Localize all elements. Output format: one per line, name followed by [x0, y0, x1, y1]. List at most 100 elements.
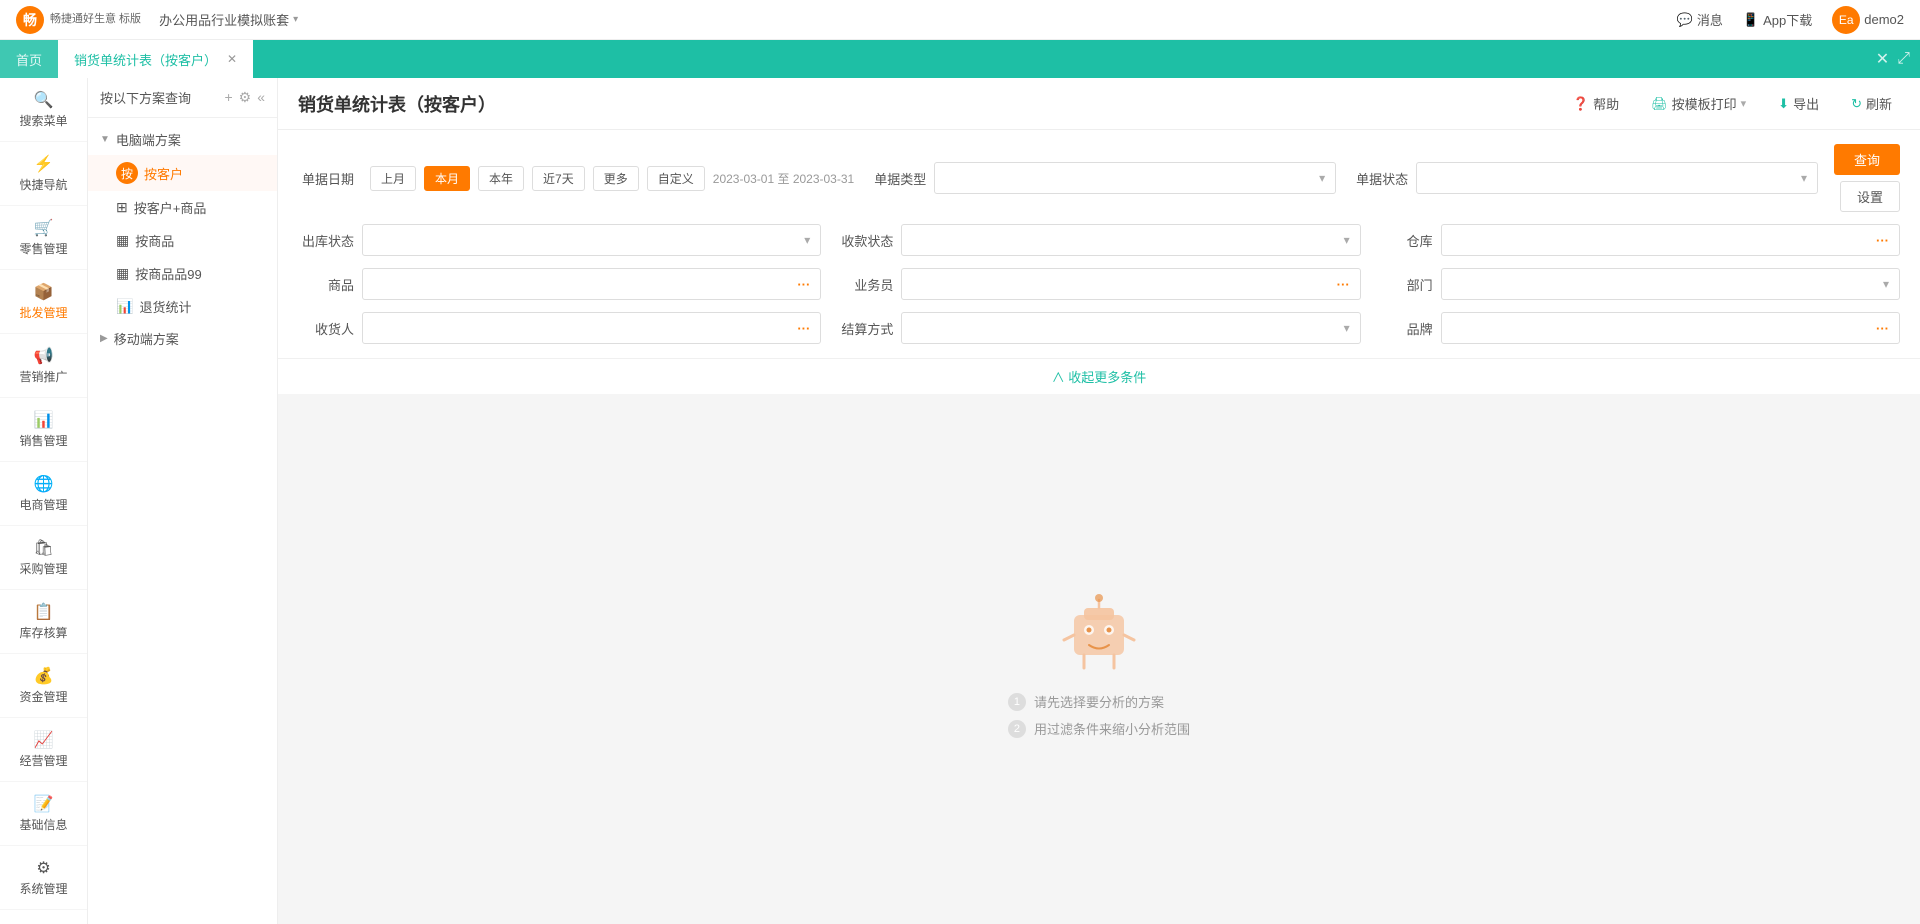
tab-sales-stat-label: 销货单统计表（按客户）	[74, 50, 217, 69]
warehouse-col: 仓库 ···	[1377, 224, 1900, 256]
tree-child-return-stat[interactable]: 📊 退货统计	[88, 290, 277, 323]
doc-status-select[interactable]: ▾	[1416, 162, 1818, 194]
brand-label: 品牌	[1377, 319, 1433, 338]
sidebar-item-search-menu[interactable]: 🔍 搜索菜单	[0, 78, 87, 142]
salesperson-select[interactable]: ···	[901, 268, 1360, 300]
tree-child-label-by-goods-99: 按商品品99	[135, 264, 201, 283]
filter-row-1: 单据日期 上月 本月 本年 近7天 更多 自定义 2023-03-01 至 20…	[298, 144, 1900, 212]
sidebar-item-purchase[interactable]: 🛍 采购管理	[0, 526, 87, 590]
sidebar-item-ecommerce[interactable]: 🌐 电商管理	[0, 462, 87, 526]
search-icon: 🔍	[4, 90, 83, 110]
user-profile[interactable]: Ea demo2	[1832, 6, 1904, 34]
panel-header: 按以下方案查询 + ⚙ «	[88, 78, 277, 118]
close-icon[interactable]: ✕	[227, 52, 237, 66]
sidebar: 🔍 搜索菜单 ⚡ 快捷导航 🛒 零售管理 📦 批发管理 📢 营销推广 📊 销售管…	[0, 78, 88, 924]
sidebar-label-retail: 零售管理	[4, 240, 83, 257]
tree-label-mobile: 移动端方案	[114, 329, 179, 348]
sidebar-label-purchase: 采购管理	[4, 560, 83, 577]
export-icon: ⬇	[1778, 96, 1789, 112]
message-icon: 💬	[1677, 12, 1693, 28]
help-button[interactable]: ❓ 帮助	[1565, 90, 1627, 117]
collect-status-col: 收款状态 ▾	[837, 224, 1360, 256]
sidebar-item-wholesale[interactable]: 📦 批发管理	[0, 270, 87, 334]
tree-parent-mobile[interactable]: ▶ 移动端方案	[88, 323, 277, 354]
out-status-select[interactable]: ▾	[362, 224, 821, 256]
finance-icon: 💰	[4, 666, 83, 686]
left-panel: 按以下方案查询 + ⚙ « ▼ 电脑端方案 按 按客户 ⊞ 按客户+商品 ▦	[88, 78, 278, 924]
tree-child-label-return-stat: 退货统计	[139, 297, 191, 316]
last-month-btn[interactable]: 上月	[370, 166, 416, 191]
header-left: 畅 畅捷通好生意 标版 办公用品行业模拟账套 ▾	[16, 6, 306, 34]
empty-hint-1: 1 请先选择要分析的方案	[1008, 692, 1190, 711]
industry-selector[interactable]: 办公用品行业模拟账套 ▾	[151, 8, 306, 31]
expand-tab-button[interactable]: ⤢	[1895, 48, 1912, 70]
recipient-select[interactable]: ···	[362, 312, 821, 344]
sidebar-item-basic-info[interactable]: 📝 基础信息	[0, 782, 87, 846]
sidebar-item-quick-nav[interactable]: ⚡ 快捷导航	[0, 142, 87, 206]
collapse-panel-button[interactable]: «	[257, 89, 265, 106]
bar-chart-icon: 📊	[116, 298, 133, 315]
sidebar-item-operations[interactable]: 📈 经营管理	[0, 718, 87, 782]
brand-select[interactable]: ···	[1441, 312, 1900, 344]
sidebar-item-enterprise[interactable]: 🤝 企业协同	[0, 910, 87, 924]
main-layout: 🔍 搜索菜单 ⚡ 快捷导航 🛒 零售管理 📦 批发管理 📢 营销推广 📊 销售管…	[0, 78, 1920, 924]
help-icon: ❓	[1573, 96, 1589, 112]
sysmgmt-icon: ⚙	[4, 858, 83, 878]
page-title: 销货单统计表（按客户）	[298, 91, 496, 117]
last-7-btn[interactable]: 近7天	[532, 166, 585, 191]
tree-child-label-by-goods: 按商品	[135, 231, 174, 250]
tree-section: ▼ 电脑端方案 按 按客户 ⊞ 按客户+商品 ▦ 按商品 ▦ 按商品品99 📊 …	[88, 118, 277, 360]
settlement-select[interactable]: ▾	[901, 312, 1360, 344]
sidebar-item-marketing[interactable]: 📢 营销推广	[0, 334, 87, 398]
more-btn[interactable]: 更多	[593, 166, 639, 191]
template-print-button[interactable]: 🖨 按模板打印 ▾	[1643, 90, 1754, 117]
collect-status-select[interactable]: ▾	[901, 224, 1360, 256]
settings-scheme-button[interactable]: ⚙	[239, 89, 252, 106]
export-button[interactable]: ⬇ 导出	[1770, 90, 1827, 117]
goods-select[interactable]: ···	[362, 268, 821, 300]
tree-child-by-customer-goods[interactable]: ⊞ 按客户+商品	[88, 191, 277, 224]
table-icon: ▦	[116, 232, 129, 249]
refresh-button[interactable]: ↻ 刷新	[1843, 90, 1900, 117]
page-actions: ❓ 帮助 🖨 按模板打印 ▾ ⬇ 导出 ↻ 刷新	[1565, 90, 1900, 117]
doc-status-label: 单据状态	[1352, 169, 1408, 188]
tree-parent-pc[interactable]: ▼ 电脑端方案	[88, 124, 277, 155]
refresh-icon: ↻	[1851, 96, 1862, 112]
tree-child-label-by-customer-goods: 按客户+商品	[134, 198, 207, 217]
doc-type-select[interactable]: ▾	[934, 162, 1336, 194]
empty-illustration	[1049, 580, 1149, 680]
department-select[interactable]: ▾	[1441, 268, 1900, 300]
query-button[interactable]: 查询	[1834, 144, 1900, 175]
settings-button[interactable]: 设置	[1840, 181, 1900, 212]
sidebar-label-finance: 资金管理	[4, 688, 83, 705]
tab-sales-stat[interactable]: 销货单统计表（按客户） ✕	[58, 40, 253, 78]
app-download-button[interactable]: 📱 App下载	[1743, 10, 1812, 29]
custom-btn[interactable]: 自定义	[647, 166, 705, 191]
sidebar-item-retail[interactable]: 🛒 零售管理	[0, 206, 87, 270]
tab-home[interactable]: 首页	[0, 40, 58, 78]
collapse-bar[interactable]: ∧ 收起更多条件	[278, 358, 1920, 394]
sidebar-item-inventory[interactable]: 📋 库存核算	[0, 590, 87, 654]
close-tab-button[interactable]: ✕	[1874, 47, 1891, 71]
collapse-label: ∧ 收起更多条件	[1052, 370, 1147, 385]
results-area: 1 请先选择要分析的方案 2 用过滤条件来缩小分析范围	[278, 394, 1920, 924]
sidebar-label-basic-info: 基础信息	[4, 816, 83, 833]
this-month-btn[interactable]: 本月	[424, 166, 470, 191]
settlement-col: 结算方式 ▾	[837, 312, 1360, 344]
top-header: 畅 畅捷通好生意 标版 办公用品行业模拟账套 ▾ 💬 消息 📱 App下载 Ea…	[0, 0, 1920, 40]
tree-child-by-goods-99[interactable]: ▦ 按商品品99	[88, 257, 277, 290]
hint-num-1: 1	[1008, 693, 1026, 711]
tree-child-by-goods[interactable]: ▦ 按商品	[88, 224, 277, 257]
add-scheme-button[interactable]: +	[224, 89, 232, 106]
warehouse-select[interactable]: ···	[1441, 224, 1900, 256]
sidebar-item-sys-mgmt[interactable]: ⚙ 系统管理	[0, 846, 87, 910]
sidebar-label-operations: 经营管理	[4, 752, 83, 769]
message-button[interactable]: 💬 消息	[1677, 10, 1723, 29]
sidebar-item-sales-mgmt[interactable]: 📊 销售管理	[0, 398, 87, 462]
this-year-btn[interactable]: 本年	[478, 166, 524, 191]
sidebar-label-sales-mgmt: 销售管理	[4, 432, 83, 449]
avatar: Ea	[1832, 6, 1860, 34]
sidebar-item-finance[interactable]: 💰 资金管理	[0, 654, 87, 718]
tree-child-by-customer[interactable]: 按 按客户	[88, 155, 277, 191]
sidebar-label-marketing: 营销推广	[4, 368, 83, 385]
